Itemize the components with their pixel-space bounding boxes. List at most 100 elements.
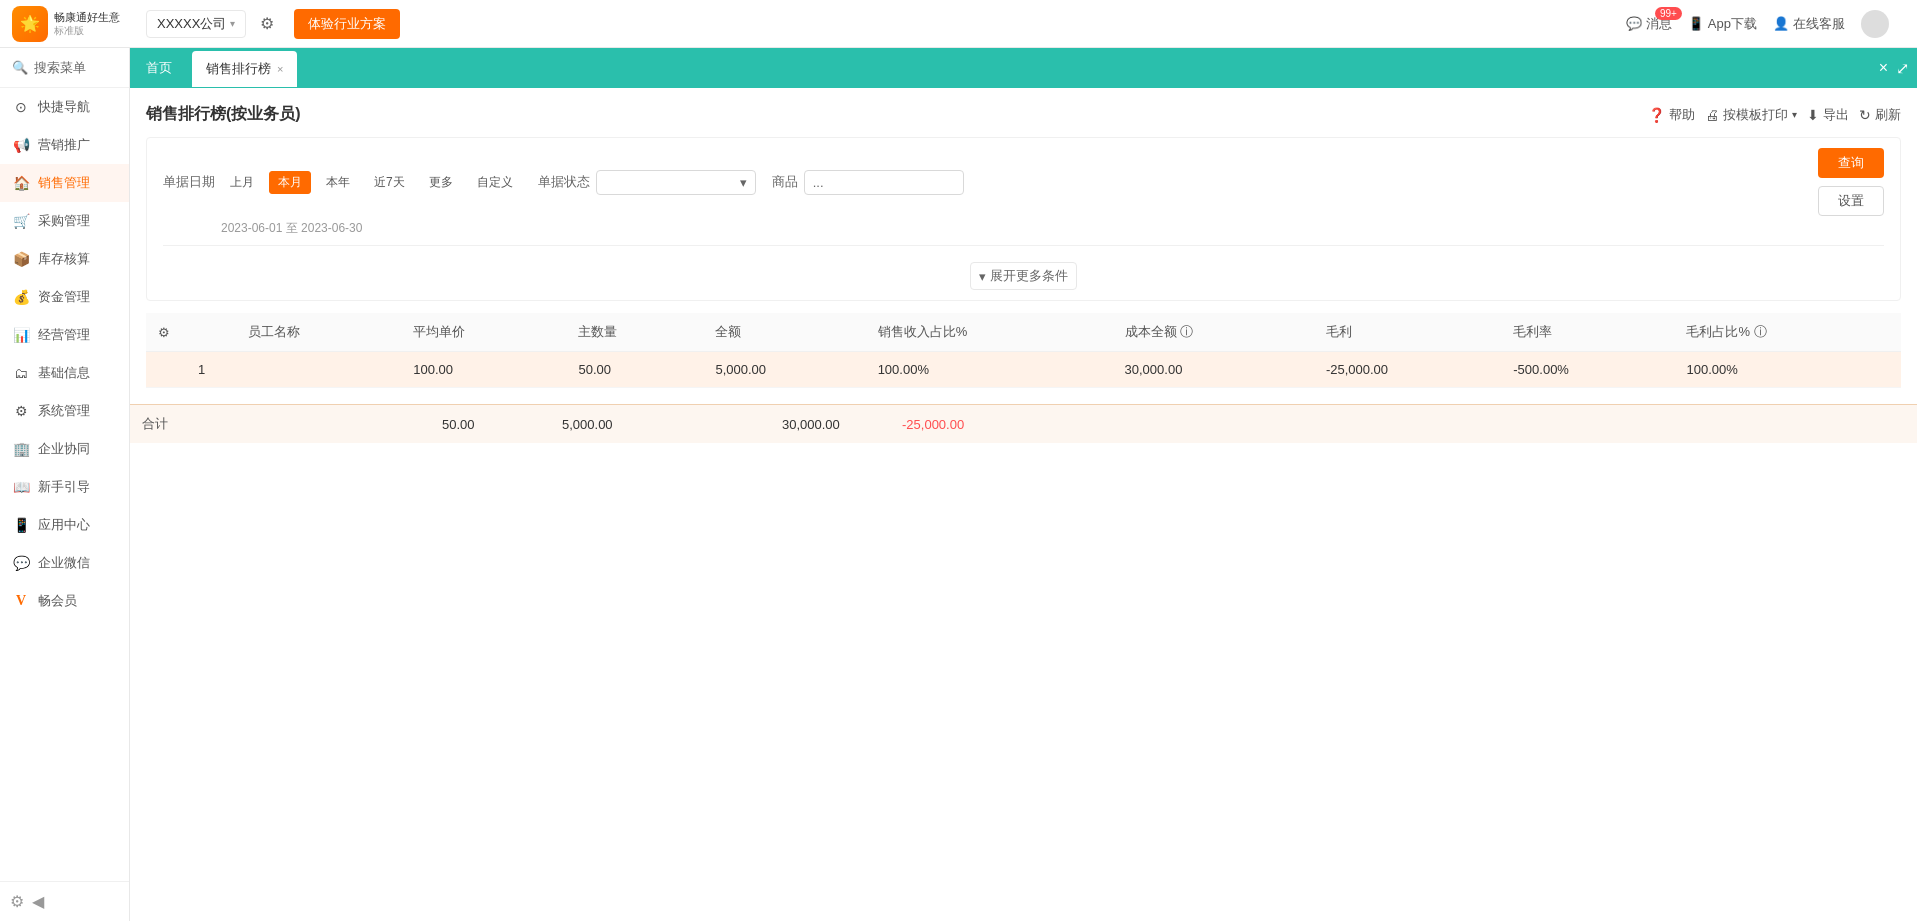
col-settings[interactable]: ⚙ <box>146 313 186 352</box>
date-label: 单据日期 <box>163 173 215 191</box>
help-icon: ❓ <box>1648 107 1665 123</box>
company-selector[interactable]: XXXXX公司 ▾ <box>146 10 246 38</box>
sidebar-item-wechat[interactable]: 💬 企业微信 <box>0 544 129 582</box>
online-support-button[interactable]: 👤 在线客服 <box>1773 15 1845 33</box>
search-icon: 🔍 <box>12 60 28 75</box>
col-settings-icon: ⚙ <box>158 325 170 340</box>
footer-cost: 30,000.00 <box>782 417 882 432</box>
sidebar-item-inventory[interactable]: 📦 库存核算 <box>0 240 129 278</box>
col-qty: 主数量 <box>566 313 703 352</box>
export-button[interactable]: ⬇ 导出 <box>1807 106 1849 124</box>
app-center-icon: 📱 <box>12 516 30 534</box>
table-header-row: ⚙ 员工名称 平均单价 主数量 全额 销售收入占比% 成本全额 ⓘ 毛利 <box>146 313 1901 352</box>
footer-label: 合计 <box>142 415 222 433</box>
avatar[interactable] <box>1861 10 1889 38</box>
col-profit-ratio: 毛利占比% ⓘ <box>1674 313 1901 352</box>
footer-amount: 5,000.00 <box>562 417 662 432</box>
message-badge: 99+ <box>1655 7 1682 20</box>
sidebar-item-member[interactable]: V 畅会员 <box>0 582 129 620</box>
help-button[interactable]: ❓ 帮助 <box>1648 106 1695 124</box>
guide-icon: 📖 <box>12 478 30 496</box>
inventory-icon: 📦 <box>12 250 30 268</box>
footer-profit: -25,000.00 <box>902 417 1002 432</box>
app-download-button[interactable]: 📱 App下载 <box>1688 15 1757 33</box>
tab-home[interactable]: 首页 <box>130 48 188 88</box>
sidebar-item-quick-nav[interactable]: ⊙ 快捷导航 <box>0 88 129 126</box>
top-bar: 🌟 畅康通好生意 标准版 XXXXX公司 ▾ ⚙ 体验行业方案 💬 消息 99+… <box>0 0 1917 48</box>
cell-sales-ratio: 100.00% <box>866 352 1113 388</box>
sidebar: 🔍 搜索菜单 ⊙ 快捷导航 📢 营销推广 🏠 销售管理 🛒 采购管理 📦 <box>0 48 130 921</box>
goods-label: 商品 <box>772 173 798 191</box>
status-select-chevron: ▾ <box>740 175 747 190</box>
download-icon: 📱 <box>1688 16 1704 31</box>
period-this-month[interactable]: 本月 <box>269 171 311 194</box>
col-sales-ratio: 销售收入占比% <box>866 313 1113 352</box>
period-last-month[interactable]: 上月 <box>221 171 263 194</box>
sidebar-footer: ⚙ ◀ <box>0 881 129 921</box>
sidebar-item-app-center[interactable]: 📱 应用中心 <box>0 506 129 544</box>
col-profit: 毛利 <box>1314 313 1501 352</box>
period-custom[interactable]: 自定义 <box>468 171 522 194</box>
cell-profit: -25,000.00 <box>1314 352 1501 388</box>
basic-info-icon: 🗂 <box>12 364 30 382</box>
expand-more-button[interactable]: ▾ 展开更多条件 <box>970 262 1077 290</box>
data-table: ⚙ 员工名称 平均单价 主数量 全额 销售收入占比% 成本全额 ⓘ 毛利 <box>146 313 1901 388</box>
data-table-container: ⚙ 员工名称 平均单价 主数量 全额 销售收入占比% 成本全额 ⓘ 毛利 <box>146 313 1901 388</box>
close-window-icon[interactable]: × <box>1879 59 1888 77</box>
operations-icon: 📊 <box>12 326 30 344</box>
query-button[interactable]: 查询 <box>1818 148 1884 178</box>
search-menu[interactable]: 🔍 搜索菜单 <box>0 48 129 88</box>
footer-qty: 50.00 <box>442 417 542 432</box>
expand-window-icon[interactable]: ⤢ <box>1896 59 1909 78</box>
refresh-button[interactable]: ↻ 刷新 <box>1859 106 1901 124</box>
member-icon: V <box>12 592 30 610</box>
sidebar-item-enterprise[interactable]: 🏢 企业协同 <box>0 430 129 468</box>
tab-close-icon[interactable]: × <box>277 63 283 75</box>
date-filter-group: 单据日期 上月 本月 本年 近7天 更多 自定义 <box>163 171 522 194</box>
trial-button[interactable]: 体验行业方案 <box>294 9 400 39</box>
status-select[interactable]: ▾ <box>596 170 756 195</box>
refresh-icon: ↻ <box>1859 107 1871 123</box>
sidebar-item-system[interactable]: ⚙ 系统管理 <box>0 392 129 430</box>
table-row: 1 100.00 50.00 5,000.00 100.00% 30,000.0… <box>146 352 1901 388</box>
col-avg-price: 平均单价 <box>401 313 566 352</box>
period-this-year[interactable]: 本年 <box>317 171 359 194</box>
period-7days[interactable]: 近7天 <box>365 171 414 194</box>
cell-amount: 5,000.00 <box>703 352 865 388</box>
support-icon: 👤 <box>1773 16 1789 31</box>
sidebar-item-sales[interactable]: 🏠 销售管理 <box>0 164 129 202</box>
settings-footer-icon[interactable]: ⚙ <box>10 892 24 911</box>
sidebar-item-purchase[interactable]: 🛒 采购管理 <box>0 202 129 240</box>
wechat-icon: 💬 <box>12 554 30 572</box>
period-more[interactable]: 更多 <box>420 171 462 194</box>
goods-select[interactable]: ... <box>804 170 964 195</box>
sidebar-item-operations[interactable]: 📊 经营管理 <box>0 316 129 354</box>
tab-bar: 首页 销售排行榜 × × ⤢ <box>130 48 1917 88</box>
col-cost: 成本全额 ⓘ <box>1113 313 1314 352</box>
status-filter-group: 单据状态 ▾ <box>538 170 756 195</box>
sidebar-item-guide[interactable]: 📖 新手引导 <box>0 468 129 506</box>
print-icon: 🖨 <box>1705 107 1719 123</box>
marketing-icon: 📢 <box>12 136 30 154</box>
cell-profit-ratio: 100.00% <box>1674 352 1901 388</box>
collapse-icon[interactable]: ◀ <box>32 892 44 911</box>
setting-button[interactable]: 设置 <box>1818 186 1884 216</box>
col-profit-rate: 毛利率 <box>1501 313 1674 352</box>
page-title: 销售排行榜(按业务员) <box>146 104 301 125</box>
messages-button[interactable]: 💬 消息 99+ <box>1626 15 1672 33</box>
logo-text: 畅康通好生意 标准版 <box>54 10 120 37</box>
quick-nav-icon: ⊙ <box>12 98 30 116</box>
chevron-down-expand-icon: ▾ <box>979 269 986 284</box>
sidebar-item-capital[interactable]: 💰 资金管理 <box>0 278 129 316</box>
col-rank <box>186 313 236 352</box>
filter-bar: 单据日期 上月 本月 本年 近7天 更多 自定义 单据状态 <box>146 137 1901 301</box>
date-range-display: 2023-06-01 至 2023-06-30 <box>221 220 1884 237</box>
print-button[interactable]: 🖨 按模板打印 ▾ <box>1705 106 1797 124</box>
goods-filter-group: 商品 ... <box>772 170 964 195</box>
tab-sales-ranking[interactable]: 销售排行榜 × <box>192 51 297 87</box>
system-icon: ⚙ <box>12 402 30 420</box>
sales-icon: 🏠 <box>12 174 30 192</box>
sidebar-item-marketing[interactable]: 📢 营销推广 <box>0 126 129 164</box>
settings-icon[interactable]: ⚙ <box>252 9 282 39</box>
sidebar-item-basic-info[interactable]: 🗂 基础信息 <box>0 354 129 392</box>
